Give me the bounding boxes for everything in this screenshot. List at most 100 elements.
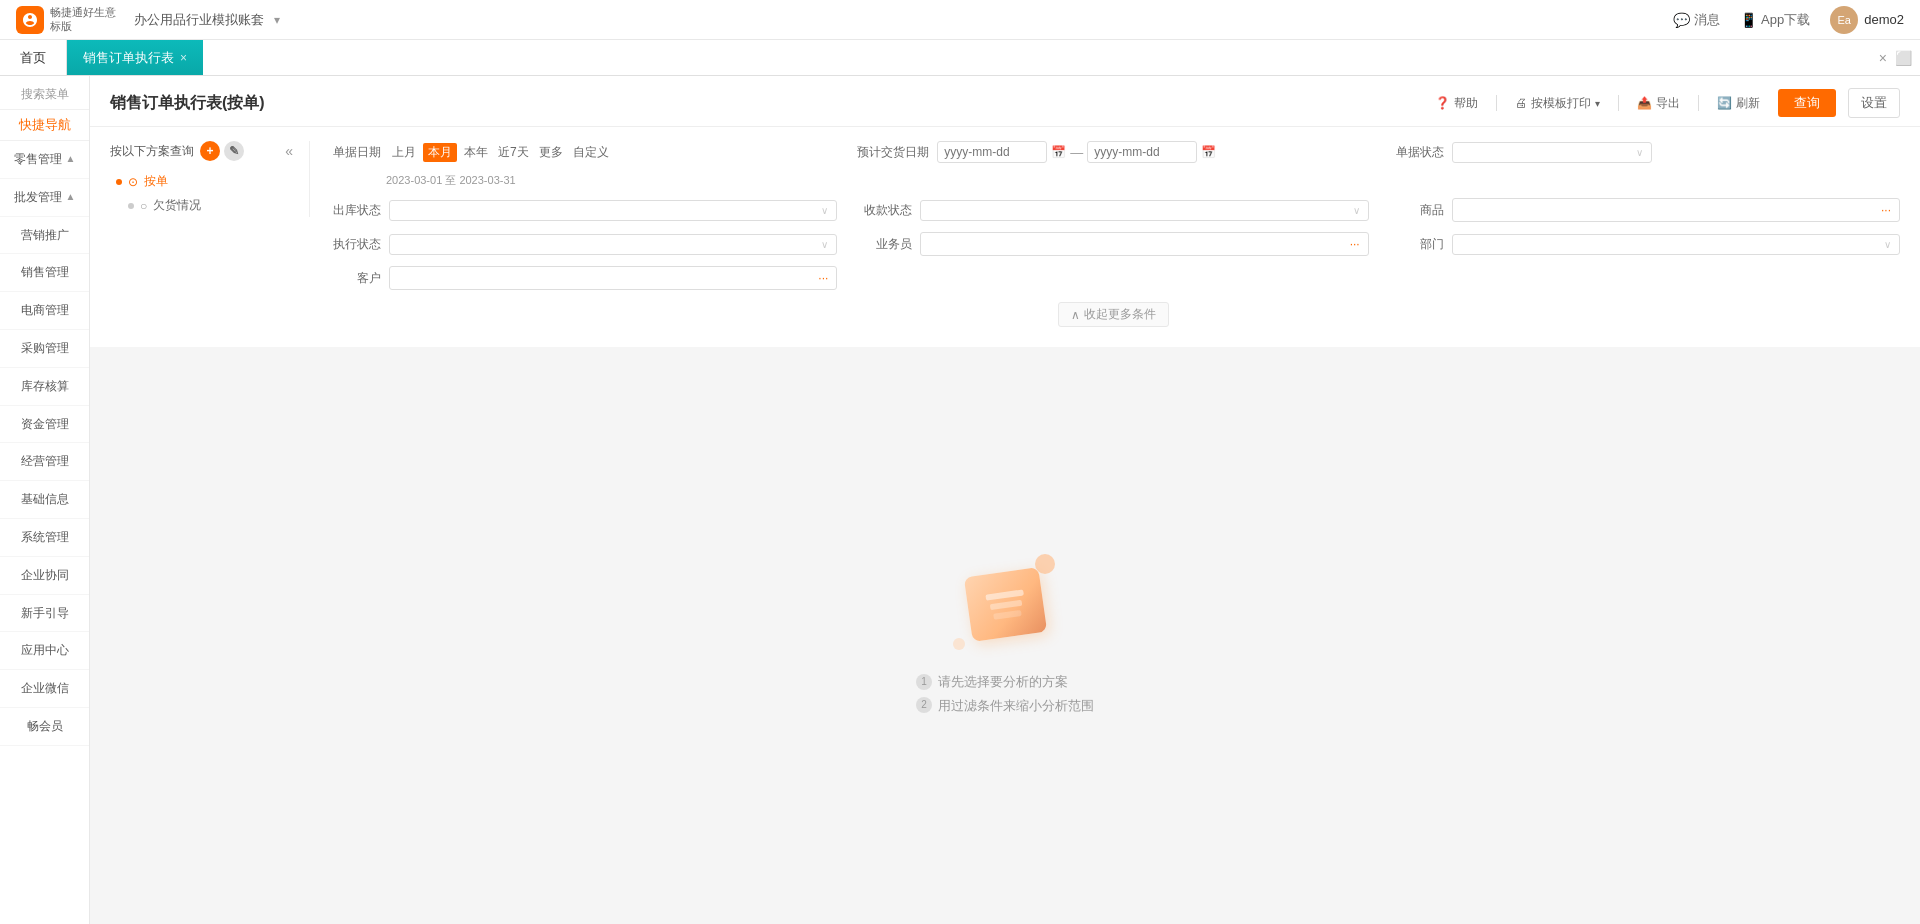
delivery-status-label: 出库状态 (326, 202, 381, 219)
collapse-row: ∧ 收起更多条件 (326, 296, 1900, 333)
date-tab-custom[interactable]: 自定义 (570, 143, 612, 162)
debt-circle-icon: ○ (140, 199, 147, 213)
sidebar-item-ecommerce[interactable]: 电商管理 (0, 292, 89, 330)
wholesale-arrow-icon: ▲ (66, 190, 76, 204)
sidebar-item-operation[interactable]: 经营管理 (0, 443, 89, 481)
sidebar-item-finance[interactable]: 资金管理 (0, 406, 89, 444)
goods-label: 商品 (1389, 202, 1444, 219)
department-chevron-icon: ∨ (1884, 239, 1891, 250)
department-select[interactable]: ∨ (1452, 234, 1900, 255)
sidebar-search[interactable]: 搜索菜单 (0, 76, 89, 110)
scheme-item-btn-list[interactable]: ⊙ 按单 (110, 169, 293, 194)
scheme-add-btn[interactable]: + (200, 141, 220, 161)
filter-payment-status: 收款状态 ∨ (857, 198, 1368, 222)
filter-department: 部门 ∨ (1389, 232, 1900, 256)
collapse-arrow-icon: ∧ (1071, 308, 1080, 322)
delivery-chevron-icon: ∨ (821, 205, 828, 216)
scheme-edit-btn[interactable]: ✎ (224, 141, 244, 161)
sidebar-item-retail[interactable]: 零售管理 ▲ (0, 141, 89, 179)
refresh-btn[interactable]: 🔄 刷新 (1711, 92, 1766, 115)
content-area: 销售订单执行表(按单) ❓ 帮助 🖨 按模板打印 ▾ 📤 导出 (90, 76, 1920, 924)
filter-expected-delivery: 预计交货日期 📅 — 📅 (857, 141, 1368, 163)
app-title: 办公用品行业模拟账套 (134, 11, 264, 29)
execution-status-control: ∨ (389, 234, 837, 255)
sidebar-item-basic[interactable]: 基础信息 (0, 481, 89, 519)
logo-area[interactable]: 畅捷通好生意 标版 (16, 6, 116, 34)
date-tab-7days[interactable]: 近7天 (495, 143, 532, 162)
salesperson-more-icon[interactable]: ··· (1350, 237, 1360, 251)
filter-delivery-status: 出库状态 ∨ (326, 198, 837, 222)
sub-dot-icon (128, 203, 134, 209)
filter-row-main: 按以下方案查询 + ✎ « ⊙ 按单 ○ (110, 141, 1900, 333)
sidebar-item-marketing[interactable]: 营销推广 (0, 217, 89, 255)
tab-sales-execution[interactable]: 销售订单执行表 × (67, 40, 203, 75)
sidebar-item-system[interactable]: 系统管理 (0, 519, 89, 557)
date-control: 上月 本月 本年 近7天 更多 自定义 (389, 143, 837, 162)
goods-input[interactable]: ··· (1452, 198, 1900, 222)
customer-input[interactable]: ··· (389, 266, 837, 290)
sidebar-item-wechat[interactable]: 企业微信 (0, 670, 89, 708)
tab-minimize-btn[interactable]: × (1879, 50, 1887, 66)
tab-bar: 首页 销售订单执行表 × × ⬜ (0, 40, 1920, 76)
salesperson-input[interactable]: ··· (920, 232, 1368, 256)
help-btn[interactable]: ❓ 帮助 (1429, 92, 1484, 115)
sidebar-item-newbie[interactable]: 新手引导 (0, 595, 89, 633)
date-tab-more[interactable]: 更多 (536, 143, 566, 162)
order-status-dropdown[interactable]: ∨ (1452, 142, 1652, 163)
delivery-date-end[interactable] (1087, 141, 1197, 163)
scheme-header: 按以下方案查询 + ✎ « (110, 141, 293, 161)
sidebar-item-sales[interactable]: 销售管理 (0, 254, 89, 292)
logo-svg (21, 11, 39, 29)
messages-action[interactable]: 💬 消息 (1673, 11, 1720, 29)
delivery-date-start[interactable] (937, 141, 1047, 163)
filter-section: 按以下方案查询 + ✎ « ⊙ 按单 ○ (90, 127, 1920, 347)
main-layout: 搜索菜单 快捷导航 零售管理 ▲ 批发管理 ▲ 营销推广 销售管理 电商管理 采… (0, 76, 1920, 924)
print-btn[interactable]: 🖨 按模板打印 ▾ (1509, 92, 1606, 115)
page-header: 销售订单执行表(按单) ❓ 帮助 🖨 按模板打印 ▾ 📤 导出 (90, 76, 1920, 127)
logo-icon (16, 6, 44, 34)
date-range-display: 2023-03-01 至 2023-03-31 (386, 173, 1900, 188)
sidebar-item-wholesale[interactable]: 批发管理 ▲ (0, 179, 89, 217)
date-tab-last-month[interactable]: 上月 (389, 143, 419, 162)
department-label: 部门 (1389, 236, 1444, 253)
empty-illustration (945, 554, 1065, 654)
top-bar-left: 畅捷通好生意 标版 办公用品行业模拟账套 ▾ (16, 6, 280, 34)
payment-status-control: ∨ (920, 200, 1368, 221)
sidebar-item-purchase[interactable]: 采购管理 (0, 330, 89, 368)
payment-chevron-icon: ∨ (1353, 205, 1360, 216)
filter-goods: 商品 ··· (1389, 198, 1900, 222)
delivery-status-select[interactable]: ∨ (389, 200, 837, 221)
order-status-chevron: ∨ (1636, 147, 1643, 158)
sidebar-nav-shortcut[interactable]: 快捷导航 (0, 110, 89, 141)
collapse-more-btn[interactable]: ∧ 收起更多条件 (1058, 302, 1169, 327)
date-tab-this-year[interactable]: 本年 (461, 143, 491, 162)
refresh-icon: 🔄 (1717, 96, 1732, 110)
app-download-action[interactable]: 📱 App下载 (1740, 11, 1810, 29)
date-tab-this-month[interactable]: 本月 (423, 143, 457, 162)
order-status-label: 单据状态 (1389, 144, 1444, 161)
app-dropdown-icon[interactable]: ▾ (274, 13, 280, 27)
filter-order-status: 单据状态 ∨ (1389, 141, 1900, 163)
tab-maximize-btn[interactable]: ⬜ (1895, 50, 1912, 66)
expected-delivery-label: 预计交货日期 (857, 144, 929, 161)
tab-home[interactable]: 首页 (0, 40, 67, 75)
settings-btn[interactable]: 设置 (1848, 88, 1900, 118)
query-btn[interactable]: 查询 (1778, 89, 1836, 117)
help-icon: ❓ (1435, 96, 1450, 110)
payment-status-select[interactable]: ∨ (920, 200, 1368, 221)
sidebar-item-inventory[interactable]: 库存核算 (0, 368, 89, 406)
customer-control: ··· (389, 266, 837, 290)
goods-more-icon[interactable]: ··· (1881, 203, 1891, 217)
sidebar-item-member[interactable]: 畅会员 (0, 708, 89, 746)
export-btn[interactable]: 📤 导出 (1631, 92, 1686, 115)
sidebar-item-enterprise[interactable]: 企业协同 (0, 557, 89, 595)
customer-more-icon[interactable]: ··· (818, 271, 828, 285)
execution-status-select[interactable]: ∨ (389, 234, 837, 255)
user-name[interactable]: demo2 (1864, 12, 1904, 27)
user-area[interactable]: Ea demo2 (1830, 6, 1904, 34)
tab-close-icon[interactable]: × (180, 51, 187, 65)
scheme-collapse-btn[interactable]: « (285, 143, 293, 159)
scheme-sub-item-debt[interactable]: ○ 欠货情况 (110, 194, 293, 217)
sidebar-item-apps[interactable]: 应用中心 (0, 632, 89, 670)
print-dropdown-icon: ▾ (1595, 98, 1600, 109)
